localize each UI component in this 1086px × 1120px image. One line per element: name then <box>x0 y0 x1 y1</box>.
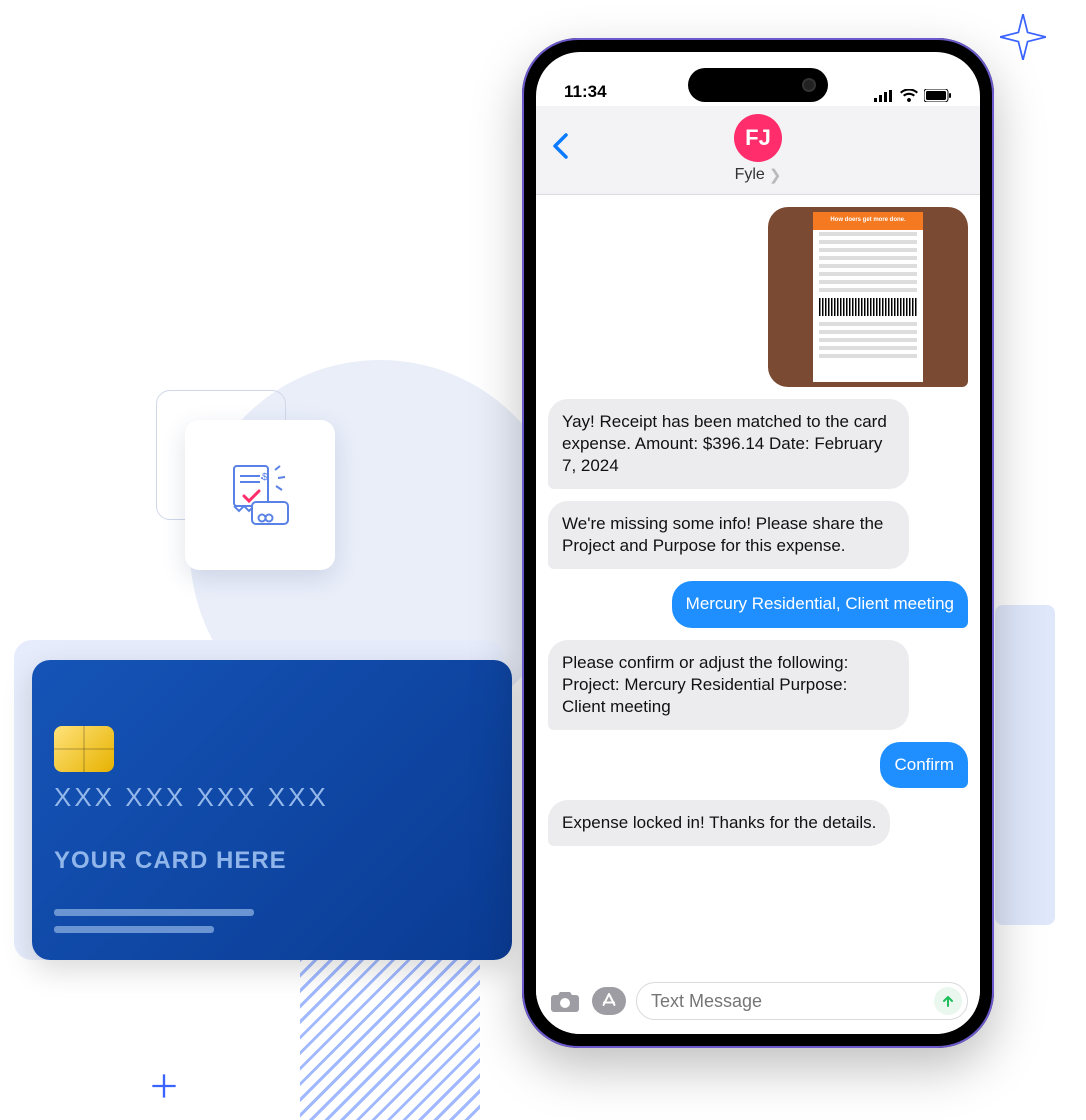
camera-icon <box>550 989 580 1013</box>
camera-button[interactable] <box>548 987 582 1015</box>
message-outgoing[interactable]: Mercury Residential, Client meeting <box>672 581 968 627</box>
wifi-icon <box>900 89 918 102</box>
decor-side-rect <box>995 605 1055 925</box>
card-number: XXX XXX XXX XXX <box>54 782 490 813</box>
message-outgoing[interactable]: Confirm <box>880 742 968 788</box>
messages-list[interactable]: How doers get more done. Yay! Receipt ha… <box>536 195 980 978</box>
send-button[interactable] <box>934 987 962 1015</box>
status-time: 11:34 <box>564 82 607 102</box>
message-incoming[interactable]: We're missing some info! Please share th… <box>548 501 909 569</box>
barcode-icon <box>819 298 917 316</box>
sparkle-icon <box>1000 14 1046 60</box>
message-receipt-image[interactable]: How doers get more done. <box>768 207 968 387</box>
avatar-letter: FJ <box>745 125 771 151</box>
phone-frame: 11:34 FJ Fyle ❯ How doers get more d <box>522 38 994 1048</box>
svg-text:$: $ <box>262 472 268 483</box>
receipt-brand: How doers get more done. <box>813 212 923 230</box>
card-placeholder-lines <box>54 909 490 933</box>
input-row <box>536 978 980 1034</box>
cellular-icon <box>874 90 894 102</box>
chat-header: FJ Fyle ❯ <box>536 106 980 195</box>
avatar[interactable]: FJ <box>734 114 782 162</box>
contact-name-button[interactable]: Fyle ❯ <box>552 166 964 184</box>
app-store-icon <box>600 992 618 1010</box>
message-input[interactable] <box>636 982 968 1020</box>
battery-icon <box>924 89 952 102</box>
back-button[interactable] <box>552 133 568 167</box>
credit-card: XXX XXX XXX XXX YOUR CARD HERE <box>32 660 512 960</box>
phone-screen: 11:34 FJ Fyle ❯ How doers get more d <box>536 52 980 1034</box>
message-incoming[interactable]: Expense locked in! Thanks for the detail… <box>548 800 890 846</box>
message-incoming[interactable]: Yay! Receipt has been matched to the car… <box>548 399 909 489</box>
receipt-graphic: How doers get more done. <box>813 212 923 382</box>
chevron-left-icon <box>552 133 568 159</box>
arrow-up-icon <box>941 994 955 1008</box>
plus-icon <box>150 1072 178 1100</box>
message-incoming[interactable]: Please confirm or adjust the following: … <box>548 640 909 730</box>
decor-diagonal-lines <box>300 960 480 1120</box>
chip-icon <box>54 726 114 772</box>
chevron-right-icon: ❯ <box>769 166 782 184</box>
app-store-button[interactable] <box>592 987 626 1015</box>
dynamic-island <box>688 68 828 102</box>
card-label: YOUR CARD HERE <box>54 847 490 875</box>
contact-name: Fyle <box>735 166 765 184</box>
receipt-match-icon: $ <box>185 420 335 570</box>
